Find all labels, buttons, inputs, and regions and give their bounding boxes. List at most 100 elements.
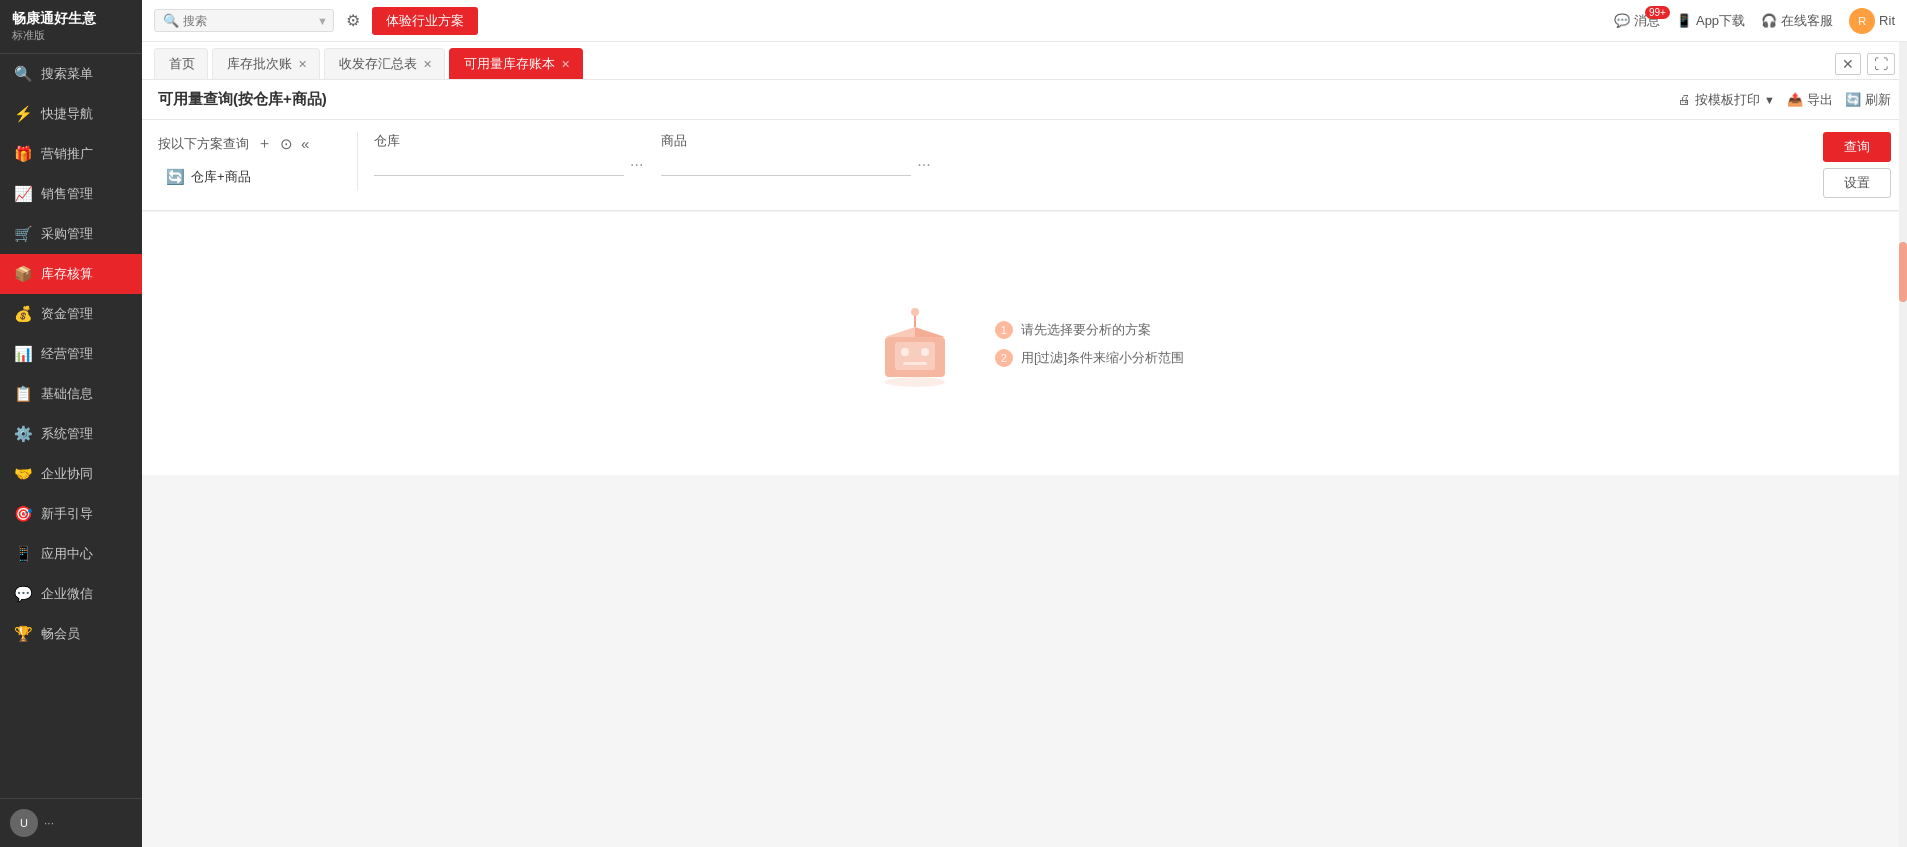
printer-icon: 🖨 [1678,92,1691,107]
sidebar-item-quick-nav[interactable]: ⚡ 快捷导航 [0,94,142,134]
tab-batch-account[interactable]: 库存批次账 ✕ [212,48,320,79]
tip-num-1: 1 [995,321,1013,339]
membership-icon: 🏆 [14,625,33,643]
warehouse-label: 仓库 [374,132,645,150]
filter-scheme-actions: ＋ ⊙ « [255,132,311,155]
filter-fields: 仓库 ··· 商品 ··· 查询 设置 [358,132,1891,198]
notification-button[interactable]: 💬 消息 99+ [1614,12,1660,30]
trial-button[interactable]: 体验行业方案 [372,7,478,35]
warehouse-more-button[interactable]: ··· [628,154,645,176]
manage-scheme-button[interactable]: ⊙ [278,133,295,155]
sidebar-item-finance[interactable]: 💰 资金管理 [0,294,142,334]
gift-icon: 🎁 [14,145,33,163]
notification-icon: 💬 [1614,13,1630,28]
svg-marker-2 [915,327,945,337]
online-service-button[interactable]: 🎧 在线客服 [1761,12,1833,30]
sidebar-item-enterprise[interactable]: 🤝 企业协同 [0,454,142,494]
dropdown-arrow-icon: ▼ [317,15,328,27]
app-title: 畅康通好生意 [12,10,130,28]
sidebar-item-membership[interactable]: 🏆 畅会员 [0,614,142,654]
tab-controls: ✕ ⛶ [1835,53,1895,79]
inventory-icon: 📦 [14,265,33,283]
svg-point-5 [921,348,929,356]
sidebar-item-app-center[interactable]: 📱 应用中心 [0,534,142,574]
search-icon-header: 🔍 [163,13,179,28]
sidebar-nav: 🔍 搜索菜单 ⚡ 快捷导航 🎁 营销推广 📈 销售管理 🛒 采购管理 📦 库存核… [0,54,142,798]
product-input[interactable] [661,154,911,176]
scheme-warehouse-product[interactable]: 🔄 仓库+商品 [158,163,345,191]
filter-scheme-panel: 按以下方案查询 ＋ ⊙ « 🔄 仓库+商品 [158,132,358,191]
sidebar-item-search[interactable]: 🔍 搜索菜单 [0,54,142,94]
export-button[interactable]: 📤 导出 [1787,91,1833,109]
app-center-icon: 📱 [14,545,33,563]
close-all-tabs-button[interactable]: ✕ [1835,53,1861,75]
sidebar-user[interactable]: U ··· [0,798,142,847]
tab-home[interactable]: 首页 [154,48,208,79]
query-button[interactable]: 查询 [1823,132,1891,162]
refresh-button[interactable]: 🔄 刷新 [1845,91,1891,109]
app-download-button[interactable]: 📱 App下载 [1676,12,1745,30]
page-content: 可用量查询(按仓库+商品) 🖨 按模板打印 ▼ 📤 导出 🔄 刷新 [142,80,1907,847]
sidebar-item-wechat[interactable]: 💬 企业微信 [0,574,142,614]
product-filter-field: 商品 ··· [661,132,932,176]
operations-icon: 📊 [14,345,33,363]
search-box[interactable]: 🔍 ▼ [154,9,334,32]
tab-receipt-summary[interactable]: 收发存汇总表 ✕ [324,48,445,79]
warehouse-input[interactable] [374,154,624,176]
filter-action-buttons: 查询 设置 [1807,132,1891,198]
settings-gear-button[interactable]: ⚙ [342,7,364,34]
filter-settings-button[interactable]: 设置 [1823,168,1891,198]
sidebar-item-marketing[interactable]: 🎁 营销推广 [0,134,142,174]
add-scheme-button[interactable]: ＋ [255,132,274,155]
page-actions: 🖨 按模板打印 ▼ 📤 导出 🔄 刷新 [1678,91,1891,109]
scrollbar-thumb[interactable] [1899,242,1907,302]
purchase-icon: 🛒 [14,225,33,243]
product-more-button[interactable]: ··· [915,154,932,176]
svg-rect-6 [903,362,927,365]
sidebar-item-onboarding[interactable]: 🎯 新手引导 [0,494,142,534]
notification-badge: 99+ [1645,6,1670,19]
svg-point-9 [885,377,945,387]
svg-marker-1 [885,327,915,337]
sidebar-item-system[interactable]: ⚙️ 系统管理 [0,414,142,454]
scheme-icon: 🔄 [166,168,185,186]
empty-illustration [865,292,965,395]
print-button[interactable]: 🖨 按模板打印 ▼ [1678,91,1775,109]
username: Rit [1879,13,1895,28]
header-right: 💬 消息 99+ 📱 App下载 🎧 在线客服 R Rit [1614,8,1895,34]
page-header: 可用量查询(按仓库+商品) 🖨 按模板打印 ▼ 📤 导出 🔄 刷新 [142,80,1907,120]
tip-num-2: 2 [995,349,1013,367]
user-menu[interactable]: R Rit [1849,8,1895,34]
right-scrollbar[interactable] [1899,42,1907,847]
search-input[interactable] [183,14,313,28]
onboarding-icon: 🎯 [14,505,33,523]
sidebar: 畅康通好生意 标准版 🔍 搜索菜单 ⚡ 快捷导航 🎁 营销推广 📈 销售管理 🛒… [0,0,142,847]
sidebar-logo: 畅康通好生意 标准版 [0,0,142,54]
tab-bar: 首页 库存批次账 ✕ 收发存汇总表 ✕ 可用量库存账本 ✕ ✕ ⛶ [142,42,1907,80]
search-icon: 🔍 [14,65,33,83]
refresh-icon: 🔄 [1845,92,1861,107]
top-header: 🔍 ▼ ⚙ 体验行业方案 💬 消息 99+ 📱 App下载 🎧 在线客服 R [142,0,1907,42]
sidebar-item-sales[interactable]: 📈 销售管理 [0,174,142,214]
sidebar-item-inventory[interactable]: 📦 库存核算 [0,254,142,294]
collapse-scheme-button[interactable]: « [299,133,311,154]
app-subtitle: 标准版 [12,28,130,43]
close-tab-receipt-summary[interactable]: ✕ [423,59,432,70]
export-icon: 📤 [1787,92,1803,107]
sidebar-item-operations[interactable]: 📊 经营管理 [0,334,142,374]
main-area: 🔍 ▼ ⚙ 体验行业方案 💬 消息 99+ 📱 App下载 🎧 在线客服 R [142,0,1907,847]
headset-icon: 🎧 [1761,13,1777,28]
tip-item-1: 1 请先选择要分析的方案 [995,321,1184,339]
quick-nav-icon: ⚡ [14,105,33,123]
tab-available-account[interactable]: 可用量库存账本 ✕ [449,48,583,79]
sidebar-item-basic-info[interactable]: 📋 基础信息 [0,374,142,414]
phone-icon: 📱 [1676,13,1692,28]
fullscreen-button[interactable]: ⛶ [1867,53,1895,75]
filter-scheme-header: 按以下方案查询 ＋ ⊙ « [158,132,345,155]
close-tab-batch-account[interactable]: ✕ [298,59,307,70]
svg-point-8 [911,308,919,316]
sales-icon: 📈 [14,185,33,203]
close-tab-available-account[interactable]: ✕ [561,59,570,70]
sidebar-item-purchase[interactable]: 🛒 采购管理 [0,214,142,254]
avatar: U [10,809,38,837]
